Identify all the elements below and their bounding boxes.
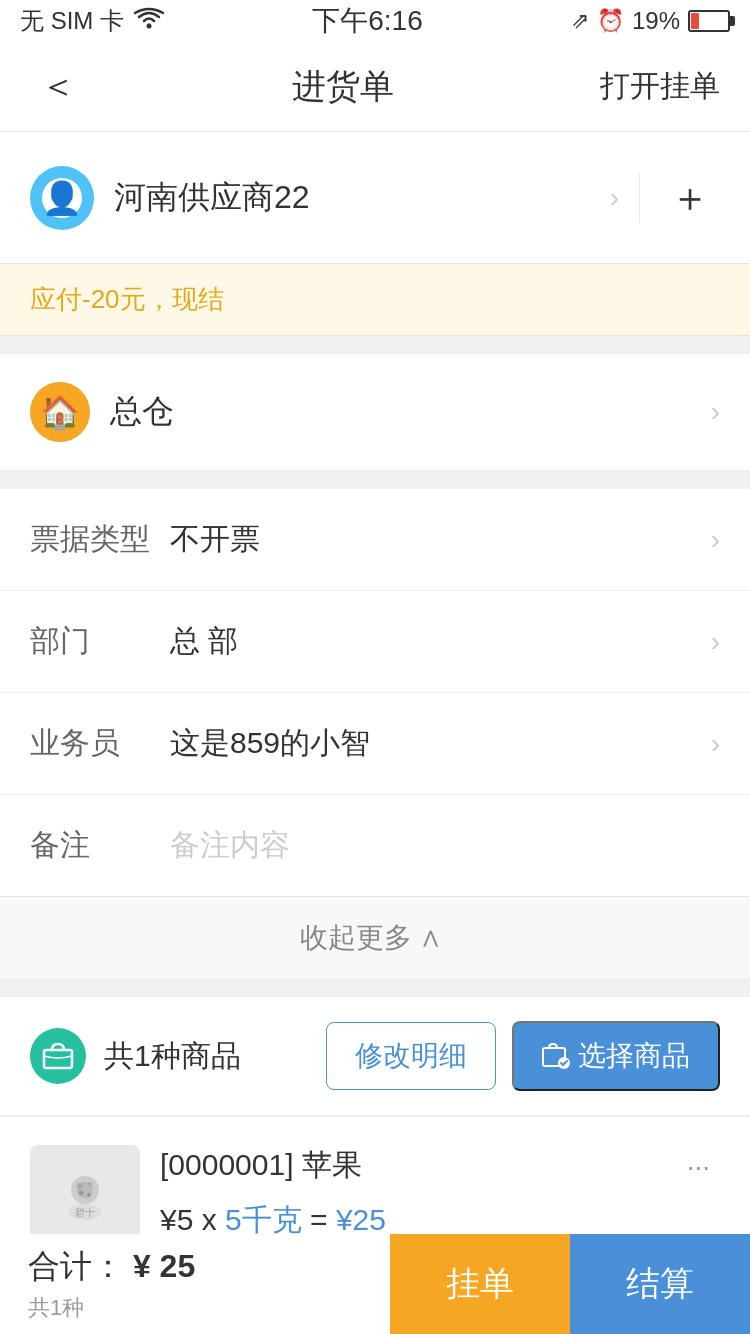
salesman-value: 这是859的小智	[160, 723, 701, 764]
hang-button[interactable]: 挂单	[390, 1234, 570, 1334]
department-value: 总 部	[160, 621, 701, 662]
supplier-avatar: 👤	[30, 166, 94, 230]
person-icon: 👤	[42, 179, 82, 217]
status-bar: 无 SIM 卡 下午6:16 ⇗ ⏰ 19%	[0, 0, 750, 42]
product-title: 苹果	[302, 1148, 362, 1181]
total-sub-label: 共1种	[28, 1293, 362, 1323]
warehouse-name: 总仓	[110, 390, 701, 434]
form-section: 票据类型 不开票 › 部门 总 部 › 业务员 这是859的小智 › 备注 备注…	[0, 488, 750, 979]
location-icon: ⇗	[571, 8, 589, 34]
note-row[interactable]: 备注 备注内容	[0, 794, 750, 896]
salesman-label: 业务员	[30, 723, 160, 764]
bottom-total: 合计： ¥ 25 共1种	[0, 1234, 390, 1334]
supplier-chevron-icon: ›	[610, 182, 619, 214]
home-icon: 🏠	[40, 393, 80, 431]
products-icon	[30, 1028, 86, 1084]
bottom-bar: 合计： ¥ 25 共1种 挂单 结算	[0, 1234, 750, 1334]
salesman-row[interactable]: 业务员 这是859的小智 ›	[0, 692, 750, 794]
note-label: 备注	[30, 825, 160, 866]
collapse-label: 收起更多 ∧	[300, 919, 443, 957]
svg-point-8	[79, 1191, 84, 1196]
page-title: 进货单	[292, 64, 394, 110]
supplier-notice: 应付-20元，现结	[0, 264, 750, 336]
supplier-section: 👤 河南供应商22 › ＋ 应付-20元，现结	[0, 132, 750, 336]
subtotal-value: ¥25	[336, 1203, 386, 1236]
price-value: ¥5 x	[160, 1203, 225, 1236]
supplier-name: 河南供应商22	[114, 176, 600, 220]
status-time: 下午6:16	[312, 2, 423, 40]
battery-icon	[688, 10, 730, 32]
select-product-button[interactable]: 选择商品	[512, 1021, 720, 1091]
product-name: [0000001] 苹果	[160, 1145, 677, 1186]
invoice-chevron-icon: ›	[711, 524, 720, 556]
battery-percent: 19%	[632, 7, 680, 35]
product-info: [0000001] 苹果 ¥5 x 5千克 = ¥25	[160, 1145, 677, 1241]
alarm-icon: ⏰	[597, 8, 624, 34]
svg-text:碧十: 碧十	[75, 1207, 95, 1218]
avatar-inner: 👤	[42, 178, 82, 218]
select-product-label: 选择商品	[578, 1037, 690, 1075]
department-label: 部门	[30, 621, 160, 662]
svg-point-6	[77, 1183, 83, 1189]
warehouse-chevron-icon: ›	[711, 396, 720, 428]
warehouse-section: 🏠 总仓 ›	[0, 354, 750, 470]
collapse-bar[interactable]: 收起更多 ∧	[0, 896, 750, 979]
note-placeholder: 备注内容	[160, 825, 720, 866]
content: 👤 河南供应商22 › ＋ 应付-20元，现结 🏠 总仓 › 票据类型 不开票 …	[0, 132, 750, 1334]
svg-point-0	[147, 24, 152, 29]
warehouse-row[interactable]: 🏠 总仓 ›	[0, 354, 750, 470]
product-count-label: 共1种商品	[104, 1036, 326, 1077]
wifi-icon	[134, 7, 164, 35]
carrier-text: 无 SIM 卡	[20, 5, 124, 37]
status-left: 无 SIM 卡	[20, 5, 164, 37]
status-right: ⇗ ⏰ 19%	[571, 7, 730, 35]
product-code: [0000001]	[160, 1148, 302, 1181]
salesman-chevron-icon: ›	[711, 728, 720, 760]
product-more-button[interactable]: ···	[677, 1145, 720, 1189]
invoice-label: 票据类型	[30, 519, 160, 560]
checkout-button[interactable]: 结算	[570, 1234, 750, 1334]
add-supplier-button[interactable]: ＋	[660, 160, 720, 235]
department-chevron-icon: ›	[711, 626, 720, 658]
nav-bar: ＜ 进货单 打开挂单	[0, 42, 750, 132]
svg-point-7	[88, 1182, 92, 1186]
warehouse-icon: 🏠	[30, 382, 90, 442]
invoice-value: 不开票	[160, 519, 701, 560]
total-amount: 合计： ¥ 25	[28, 1245, 362, 1289]
equals-sign: =	[310, 1203, 336, 1236]
invoice-row[interactable]: 票据类型 不开票 ›	[0, 488, 750, 590]
svg-point-9	[87, 1193, 91, 1197]
open-hang-button[interactable]: 打开挂单	[600, 66, 720, 107]
total-value: ¥ 25	[133, 1248, 195, 1284]
back-button[interactable]: ＜	[30, 52, 86, 121]
product-header: 共1种商品 修改明细 选择商品	[0, 997, 750, 1116]
supplier-row[interactable]: 👤 河南供应商22 › ＋	[0, 132, 750, 264]
total-label: 合计：	[28, 1248, 124, 1284]
svg-rect-1	[44, 1050, 72, 1068]
department-row[interactable]: 部门 总 部 ›	[0, 590, 750, 692]
quantity-value: 5千克	[225, 1203, 302, 1236]
edit-detail-button[interactable]: 修改明细	[326, 1022, 496, 1090]
vertical-divider	[639, 173, 640, 223]
